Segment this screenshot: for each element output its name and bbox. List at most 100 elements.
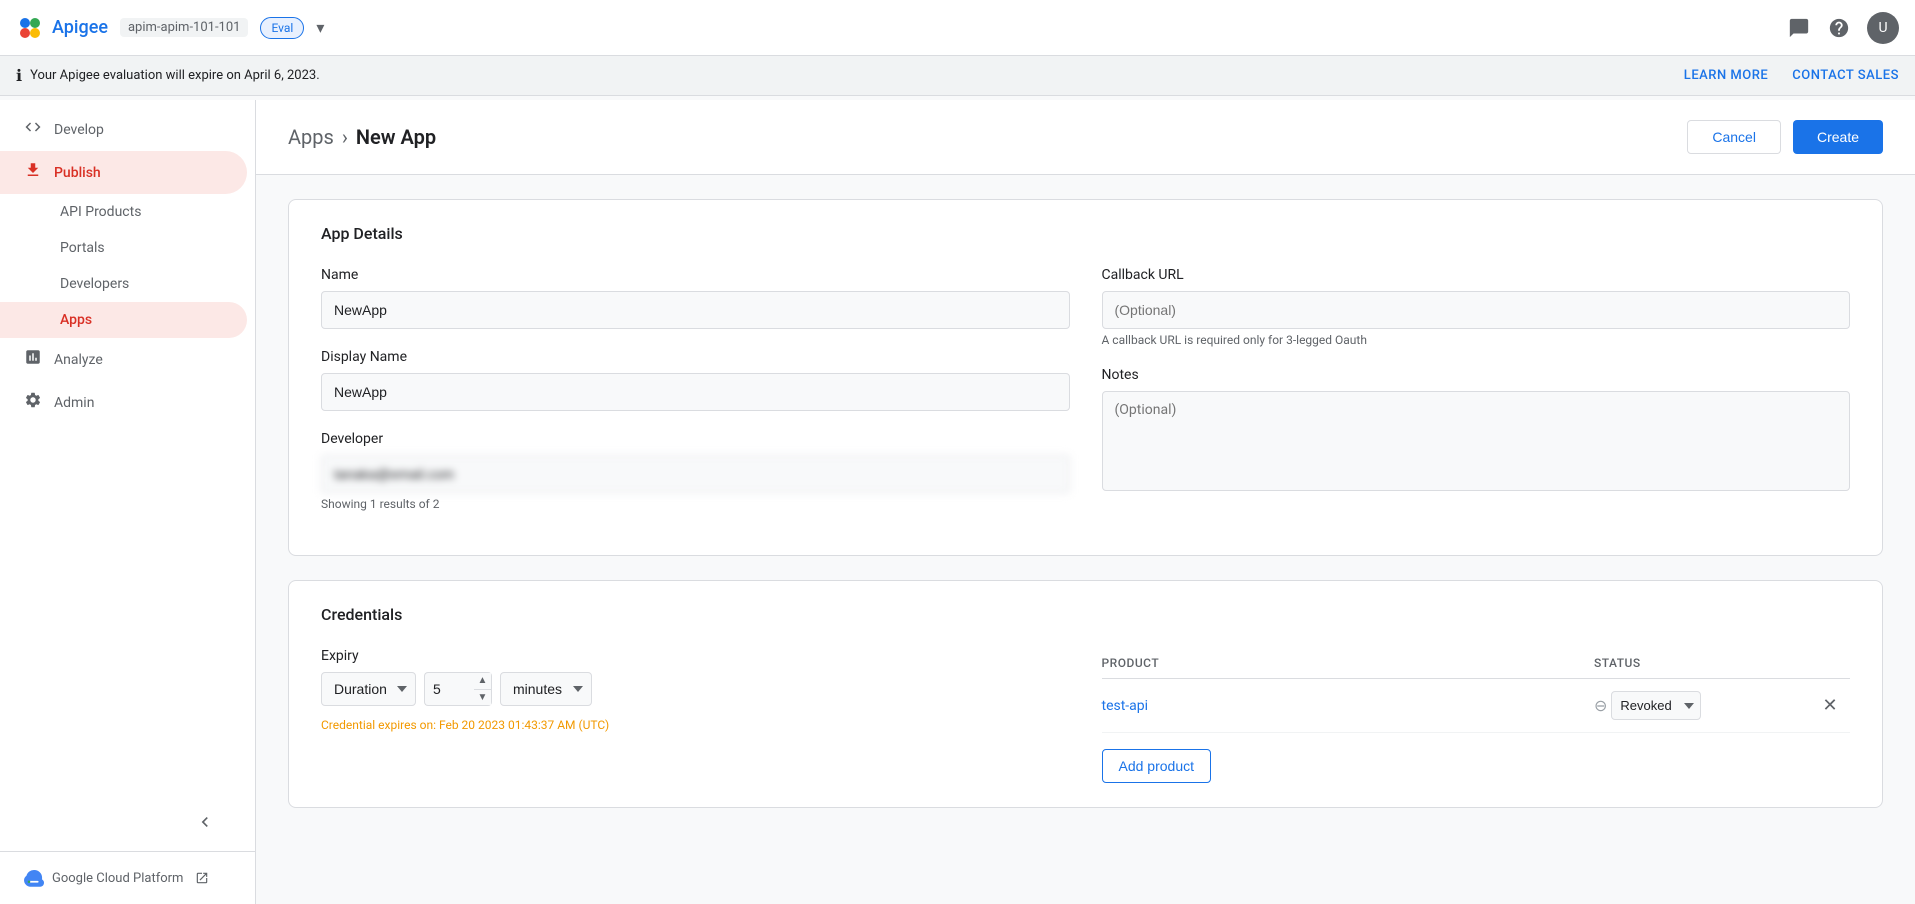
breadcrumb-separator: › — [342, 125, 348, 149]
feedback-icon[interactable] — [1787, 16, 1811, 40]
developer-label: Developer — [321, 431, 1070, 447]
apigee-logo-icon — [16, 14, 44, 42]
expiry-col: Expiry Duration Never Custom — [321, 648, 1070, 783]
top-nav: Apigee apim-apim-101-101 Eval ▾ U — [0, 0, 1915, 56]
credentials-section: Credentials Expiry Duration Never Custom — [288, 580, 1883, 808]
product-table-header: Product Status — [1102, 648, 1851, 679]
external-link-icon — [195, 871, 209, 885]
duration-number-input[interactable] — [424, 672, 474, 706]
admin-icon — [24, 391, 42, 414]
name-label: Name — [321, 267, 1070, 283]
analyze-icon — [24, 348, 42, 371]
product-col-header: Product — [1102, 656, 1579, 670]
notes-label: Notes — [1102, 367, 1851, 383]
callback-url-group: Callback URL A callback URL is required … — [1102, 267, 1851, 347]
banner-text: Your Apigee evaluation will expire on Ap… — [30, 68, 320, 83]
callback-url-hint: A callback URL is required only for 3-le… — [1102, 333, 1851, 347]
help-icon[interactable] — [1827, 16, 1851, 40]
product-col: Product Status test-api ⊖ Revoked Approv… — [1102, 648, 1851, 783]
credentials-title: Credentials — [321, 605, 1850, 624]
callback-url-input[interactable] — [1102, 291, 1851, 329]
sidebar-item-admin[interactable]: Admin — [0, 381, 247, 424]
sidebar-item-develop[interactable]: Develop — [0, 108, 247, 151]
status-col-header: Status — [1594, 656, 1794, 670]
sidebar-develop-label: Develop — [54, 122, 104, 138]
create-button[interactable]: Create — [1793, 120, 1883, 154]
learn-more-link[interactable]: LEARN MORE — [1684, 68, 1768, 83]
breadcrumb: Apps › New App — [288, 125, 436, 149]
sidebar-admin-label: Admin — [54, 395, 94, 411]
duration-decrement-button[interactable]: ▼ — [474, 690, 491, 706]
apigee-logo: Apigee — [16, 14, 108, 42]
app-details-grid: Name Display Name Developer Showing 1 re… — [321, 267, 1850, 531]
unit-select[interactable]: minutes hours days — [500, 672, 592, 706]
display-name-group: Display Name — [321, 349, 1070, 411]
sidebar-publish-label: Publish — [54, 165, 101, 181]
sidebar-section-main: Develop Publish API Products Portals Dev… — [0, 100, 255, 432]
display-name-input[interactable] — [321, 373, 1070, 411]
banner-message: ℹ Your Apigee evaluation will expire on … — [16, 66, 320, 85]
contact-sales-link[interactable]: CONTACT SALES — [1792, 68, 1899, 83]
form-container: App Details Name Display Name De — [256, 175, 1915, 856]
credentials-grid: Expiry Duration Never Custom — [321, 648, 1850, 783]
page-header: Apps › New App Cancel Create — [256, 100, 1915, 175]
app-details-title: App Details — [321, 224, 1850, 243]
name-input[interactable] — [321, 291, 1070, 329]
header-actions: Cancel Create — [1687, 120, 1883, 154]
product-link[interactable]: test-api — [1102, 698, 1579, 714]
duration-select[interactable]: Duration Never Custom — [321, 672, 416, 706]
sidebar-item-portals[interactable]: Portals — [0, 230, 247, 266]
collapse-sidebar-button[interactable] — [171, 796, 239, 848]
display-name-label: Display Name — [321, 349, 1070, 365]
gcp-label: Google Cloud Platform — [52, 871, 183, 886]
sidebar-portals-label: Portals — [60, 240, 105, 256]
user-avatar[interactable]: U — [1867, 12, 1899, 44]
sidebar-api-products-label: API Products — [60, 204, 141, 220]
banner-actions: LEARN MORE CONTACT SALES — [1684, 68, 1899, 83]
eval-dropdown-arrow[interactable]: ▾ — [316, 18, 324, 37]
duration-select-wrap: Duration Never Custom — [321, 672, 416, 706]
add-product-button[interactable]: Add product — [1102, 749, 1212, 783]
eval-badge: Eval — [260, 17, 304, 39]
app-details-section: App Details Name Display Name De — [288, 199, 1883, 556]
sidebar-item-analyze[interactable]: Analyze — [0, 338, 247, 381]
action-col-header — [1810, 656, 1850, 670]
sidebar-item-api-products[interactable]: API Products — [0, 194, 247, 230]
developer-input[interactable] — [321, 455, 1070, 493]
status-revoked-icon: ⊖ — [1594, 696, 1607, 715]
banner-info-icon: ℹ — [16, 66, 22, 85]
duration-spinners: ▲ ▼ — [474, 672, 492, 706]
app-details-right-col: Callback URL A callback URL is required … — [1102, 267, 1851, 531]
status-select-wrap: ⊖ Revoked Approved — [1594, 691, 1794, 720]
callback-url-label: Callback URL — [1102, 267, 1851, 283]
sidebar-apps-label: Apps — [60, 312, 92, 328]
app-title: Apigee — [52, 17, 108, 38]
notes-group: Notes — [1102, 367, 1851, 495]
gcp-footer[interactable]: Google Cloud Platform — [0, 851, 255, 904]
credential-warning: Credential expires on: Feb 20 2023 01:43… — [321, 718, 1070, 732]
app-details-left-col: Name Display Name Developer Showing 1 re… — [321, 267, 1070, 531]
sidebar-developers-label: Developers — [60, 276, 129, 292]
breadcrumb-apps-link[interactable]: Apps — [288, 125, 334, 149]
page-title: New App — [356, 125, 436, 149]
top-nav-left: Apigee apim-apim-101-101 Eval ▾ — [16, 14, 324, 42]
sidebar-item-apps[interactable]: Apps — [0, 302, 247, 338]
main-content: Apps › New App Cancel Create App Details… — [256, 100, 1915, 904]
layout: Develop Publish API Products Portals Dev… — [0, 100, 1915, 904]
sidebar-item-publish[interactable]: Publish — [0, 151, 247, 194]
top-nav-right: U — [1787, 12, 1899, 44]
gcp-icon — [24, 868, 44, 888]
developer-group: Developer Showing 1 results of 2 — [321, 431, 1070, 511]
unit-select-wrap: minutes hours days — [500, 672, 592, 706]
collapse-section — [0, 788, 255, 856]
table-row: test-api ⊖ Revoked Approved ✕ — [1102, 679, 1851, 733]
status-select[interactable]: Revoked Approved — [1611, 691, 1701, 720]
showing-results: Showing 1 results of 2 — [321, 497, 1070, 511]
duration-increment-button[interactable]: ▲ — [474, 673, 491, 690]
cancel-button[interactable]: Cancel — [1687, 120, 1781, 154]
expiry-row: Duration Never Custom ▲ ▼ — [321, 672, 1070, 706]
notes-textarea[interactable] — [1102, 391, 1851, 491]
org-name: apim-apim-101-101 — [120, 18, 248, 37]
sidebar-item-developers[interactable]: Developers — [0, 266, 247, 302]
remove-product-button[interactable]: ✕ — [1810, 695, 1850, 716]
